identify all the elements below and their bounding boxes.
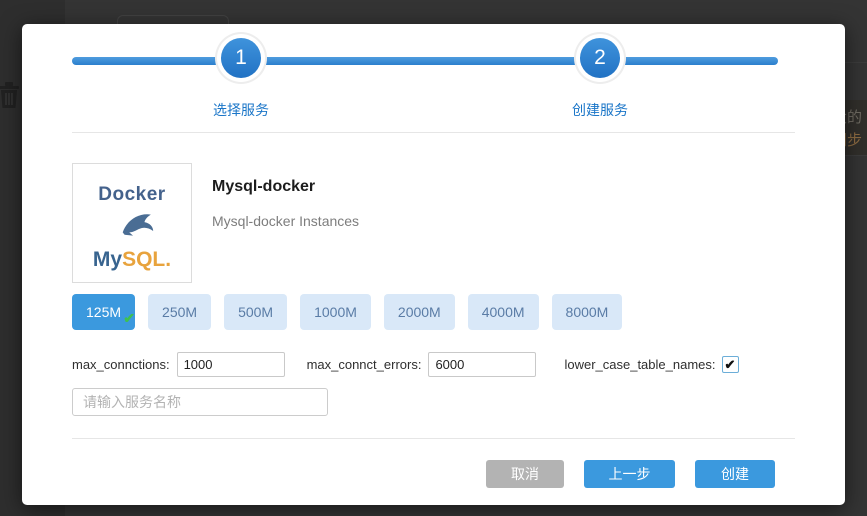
create-service-modal: 1 2 选择服务 创建服务 Docker MySQL. Mysql-docker… — [22, 24, 845, 505]
lower-case-table-names-checkbox[interactable]: ✔ — [721, 356, 739, 373]
footer-actions: 取消 上一步 创建 — [72, 460, 795, 488]
service-header: Docker MySQL. Mysql-docker Mysql-docker … — [72, 163, 795, 283]
step-2-number: 2 — [594, 46, 606, 69]
memory-option-8000m[interactable]: 8000M — [551, 294, 623, 330]
max-connections-input[interactable] — [176, 352, 285, 377]
mysql-dolphin-icon — [119, 208, 157, 243]
memory-option-2000m[interactable]: 2000M — [383, 294, 455, 330]
memory-option-125m[interactable]: 125M ✔ — [72, 294, 136, 330]
step-2-label: 创建服务 — [572, 102, 628, 118]
service-name-input[interactable] — [72, 388, 328, 416]
trash-icon — [0, 78, 23, 115]
step-1-circle[interactable]: 1 — [221, 38, 261, 78]
memory-option-250m[interactable]: 250M — [148, 294, 212, 330]
memory-option-4000m[interactable]: 4000M — [467, 294, 539, 330]
service-subtitle: Mysql-docker Instances — [212, 213, 360, 229]
cancel-button[interactable]: 取消 — [486, 460, 564, 488]
max-connections-label: max_connctions: — [72, 357, 170, 372]
lower-case-table-names-label: lower_case_table_names: — [564, 357, 716, 372]
service-description: Mysql-docker Mysql-docker Instances — [212, 163, 359, 283]
step-1-number: 1 — [235, 46, 247, 69]
wizard-stepper: 1 2 选择服务 创建服务 — [72, 24, 795, 133]
memory-option-1000m[interactable]: 1000M — [300, 294, 371, 330]
max-connect-errors-input[interactable] — [428, 352, 537, 377]
memory-option-500m[interactable]: 500M — [224, 294, 288, 330]
footer-divider — [72, 438, 795, 439]
memory-option-group: 125M ✔ 250M 500M 1000M 2000M 4000M 8000M — [72, 294, 795, 330]
mysql-wordmark: MySQL. — [92, 248, 172, 271]
step-2-circle[interactable]: 2 — [580, 38, 620, 78]
parameters-row: max_connctions: max_connct_errors: lower… — [72, 352, 795, 377]
docker-wordmark: Docker — [98, 184, 166, 205]
stepper-progress-bar — [72, 57, 778, 65]
step-1-label: 选择服务 — [213, 102, 269, 118]
create-button[interactable]: 创建 — [695, 460, 775, 488]
checkbox-check-icon: ✔ — [724, 356, 736, 372]
selected-check-icon: ✔ — [123, 310, 136, 326]
max-connect-errors-label: max_connct_errors: — [306, 357, 422, 372]
mysql-docker-logo: Docker MySQL. — [72, 163, 192, 283]
previous-step-button[interactable]: 上一步 — [584, 460, 675, 488]
service-title: Mysql-docker — [212, 178, 316, 195]
